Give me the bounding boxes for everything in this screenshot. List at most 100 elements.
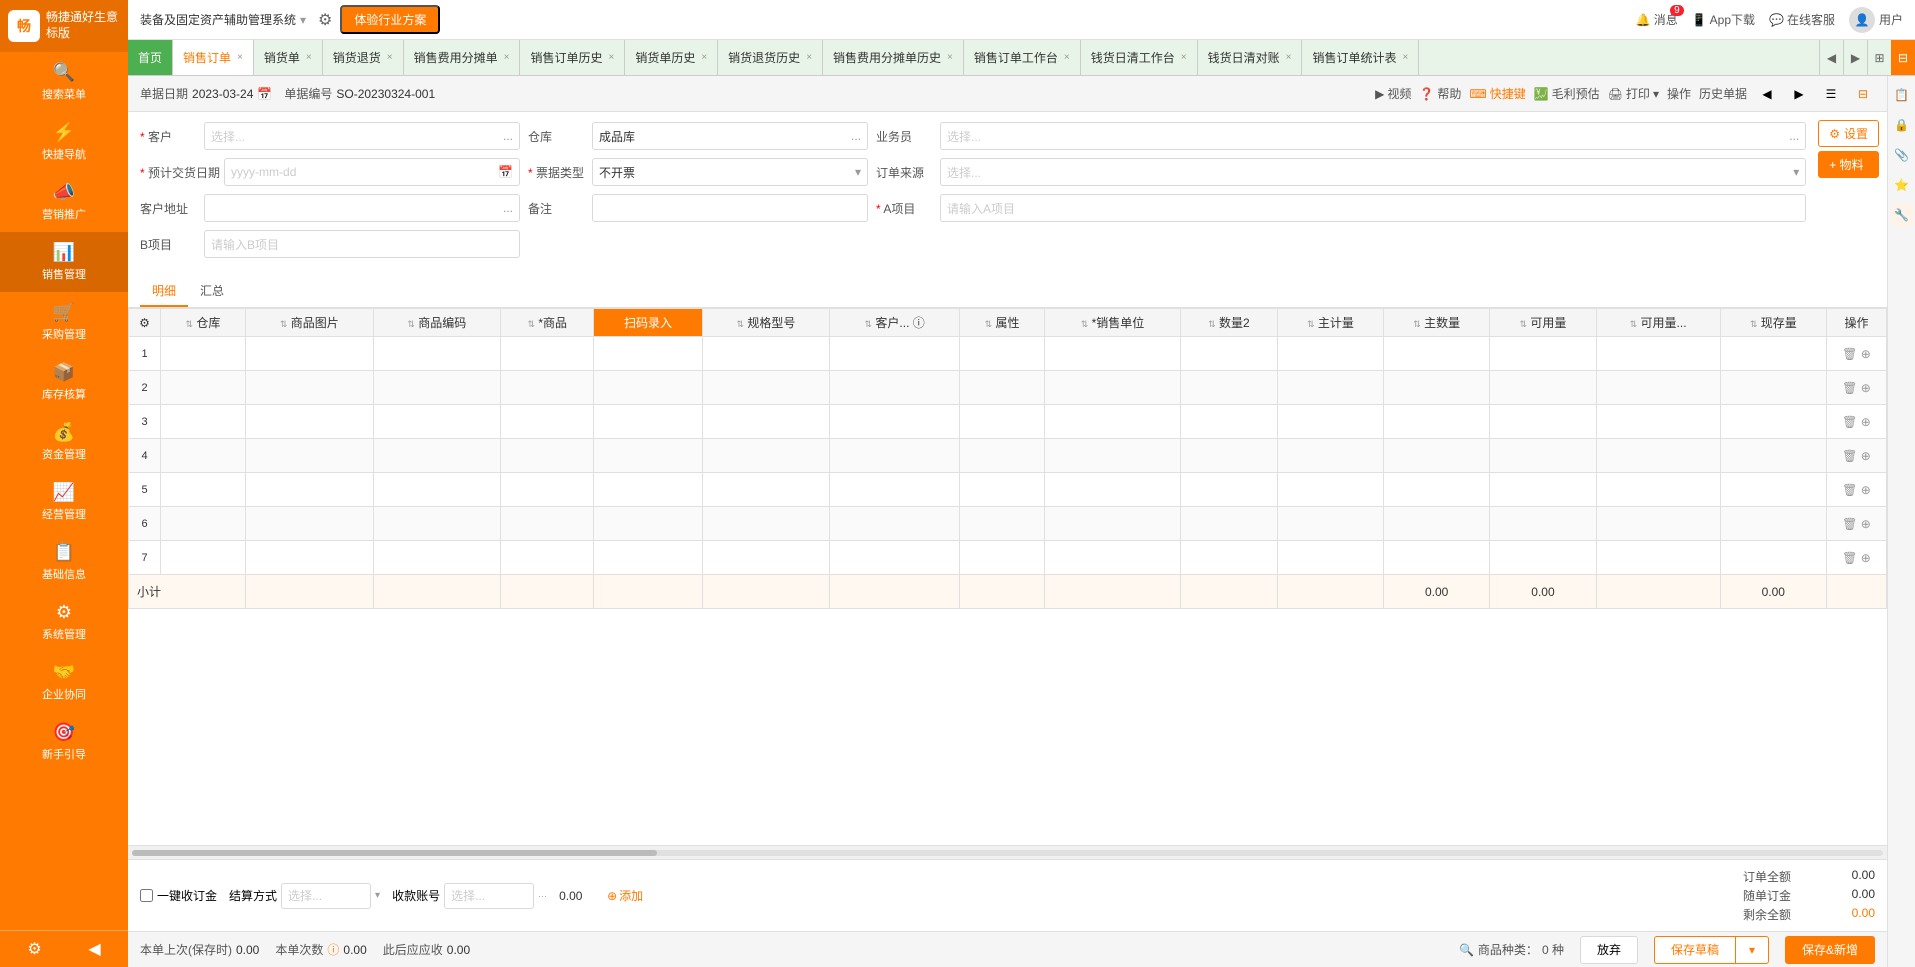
add-material-button[interactable]: + 物料 (1818, 151, 1879, 178)
th-stock-qty[interactable]: ⇅ 现存量 (1720, 309, 1826, 337)
row-delete-icon[interactable]: 🗑 (1842, 517, 1857, 531)
table-cell[interactable] (1180, 507, 1277, 541)
table-cell[interactable] (501, 371, 594, 405)
tab-sales-fee[interactable]: 销售费用分摊单 × (404, 40, 521, 75)
table-cell[interactable] (830, 507, 960, 541)
quick-settle-checkbox-input[interactable] (140, 889, 153, 902)
quick-settle-checkbox[interactable]: 一键收订金 (140, 887, 217, 904)
table-cell[interactable] (1720, 507, 1826, 541)
table-cell[interactable] (1277, 507, 1383, 541)
add-account-button[interactable]: ⊕ 添加 (607, 887, 643, 904)
tab-close-sales-workbench[interactable]: × (1064, 52, 1070, 63)
th-product[interactable]: ⇅ *商品 (501, 309, 594, 337)
table-cell[interactable] (830, 337, 960, 371)
sidebar-item-basic[interactable]: 📋 基础信息 (0, 532, 128, 592)
right-panel-btn-1[interactable]: 📋 (1891, 84, 1913, 106)
table-cell[interactable] (960, 473, 1045, 507)
table-cell[interactable] (1720, 337, 1826, 371)
table-cell[interactable] (1490, 405, 1596, 439)
table-cell[interactable] (161, 507, 246, 541)
table-cell[interactable] (245, 541, 373, 575)
table-cell[interactable] (1384, 439, 1490, 473)
discard-button[interactable]: 放弃 (1580, 936, 1638, 964)
scrollbar-thumb[interactable] (132, 850, 657, 856)
table-cell[interactable] (1490, 371, 1596, 405)
table-cell[interactable] (1596, 473, 1720, 507)
sidebar-item-business[interactable]: 📈 经营管理 (0, 472, 128, 532)
table-cell[interactable] (501, 439, 594, 473)
table-cell[interactable] (1596, 507, 1720, 541)
table-cell[interactable] (1180, 405, 1277, 439)
sidebar-collapse-icon[interactable]: ◀ (88, 939, 100, 959)
table-cell[interactable] (702, 473, 830, 507)
scrollbar-area[interactable] (128, 845, 1887, 859)
row-delete-icon[interactable]: 🗑 (1842, 551, 1857, 565)
table-cell[interactable] (1720, 405, 1826, 439)
tab-close-sales-invoice-history[interactable]: × (701, 52, 707, 63)
table-cell[interactable] (161, 371, 246, 405)
tab-expand-icon[interactable]: ⊟ (1891, 40, 1915, 76)
table-cell[interactable] (1045, 337, 1181, 371)
sidebar-item-finance[interactable]: 💰 资金管理 (0, 412, 128, 472)
th-product-code[interactable]: ⇅ 商品编码 (373, 309, 501, 337)
operation-button[interactable]: 操作 (1667, 85, 1691, 102)
table-cell[interactable] (1045, 473, 1181, 507)
sidebar-item-marketing[interactable]: 📣 营销推广 (0, 172, 128, 232)
table-cell[interactable] (373, 507, 501, 541)
sidebar-item-nav[interactable]: ⚡ 快捷导航 (0, 112, 128, 172)
save-new-button[interactable]: 保存&新增 (1785, 936, 1875, 964)
th-warehouse[interactable]: ⇅ 仓库 (161, 309, 246, 337)
tab-detail[interactable]: 明细 (140, 276, 188, 307)
table-cell[interactable] (1180, 371, 1277, 405)
table-cell[interactable] (245, 473, 373, 507)
table-cell[interactable] (594, 337, 702, 371)
table-cell[interactable] (960, 371, 1045, 405)
tab-summary[interactable]: 汇总 (188, 276, 236, 307)
settings-button[interactable]: ⚙ 设置 (1818, 120, 1879, 147)
table-cell[interactable] (1720, 473, 1826, 507)
table-cell[interactable] (501, 507, 594, 541)
table-cell[interactable] (594, 405, 702, 439)
table-cell[interactable] (373, 473, 501, 507)
table-cell[interactable] (830, 541, 960, 575)
table-cell[interactable] (960, 507, 1045, 541)
table-cell[interactable] (1277, 405, 1383, 439)
th-spec[interactable]: ⇅ 规格型号 (702, 309, 830, 337)
staff-input[interactable]: 选择... (940, 122, 1806, 150)
topbar-gear-icon[interactable]: ⚙ (318, 10, 332, 30)
table-cell[interactable] (373, 541, 501, 575)
print-button[interactable]: 🖨 打印 ▾ (1608, 85, 1659, 102)
table-cell[interactable] (960, 541, 1045, 575)
customer-input[interactable]: 选择... (204, 122, 520, 150)
table-cell[interactable] (1277, 337, 1383, 371)
table-cell[interactable] (1180, 439, 1277, 473)
solution-button[interactable]: 体验行业方案 (340, 5, 440, 34)
table-cell[interactable] (1384, 541, 1490, 575)
order-source-input[interactable]: 选择... ▾ (940, 158, 1806, 186)
toolbar-list-icon[interactable]: ☰ (1819, 82, 1843, 106)
table-cell[interactable] (702, 439, 830, 473)
tab-sales-fee-history[interactable]: 销售费用分摊单历史 × (823, 40, 964, 75)
app-download-button[interactable]: 📱 App下载 (1692, 11, 1755, 28)
tab-close-sales-return-history[interactable]: × (806, 52, 812, 63)
calendar-icon[interactable]: 📅 (257, 87, 272, 101)
tab-close-cash-reconcile[interactable]: × (1286, 52, 1292, 63)
tab-next-arrow[interactable]: ▶ (1843, 40, 1867, 76)
table-cell[interactable] (1720, 541, 1826, 575)
table-cell[interactable] (161, 541, 246, 575)
table-cell[interactable] (594, 541, 702, 575)
table-cell[interactable] (830, 439, 960, 473)
table-cell[interactable] (830, 473, 960, 507)
table-cell[interactable] (1180, 337, 1277, 371)
tab-close-cash-workbench[interactable]: × (1181, 52, 1187, 63)
table-cell[interactable] (501, 473, 594, 507)
tab-close-sales-return[interactable]: × (387, 52, 393, 63)
table-cell[interactable] (245, 371, 373, 405)
table-cell[interactable] (1277, 541, 1383, 575)
table-cell[interactable] (960, 405, 1045, 439)
sidebar-item-search[interactable]: 🔍 搜索菜单 (0, 52, 128, 112)
table-cell[interactable] (960, 439, 1045, 473)
table-cell[interactable] (1596, 371, 1720, 405)
tab-sales-order-history[interactable]: 销售订单历史 × (520, 40, 625, 75)
tab-cash-reconcile[interactable]: 钱货日清对账 × (1198, 40, 1303, 75)
